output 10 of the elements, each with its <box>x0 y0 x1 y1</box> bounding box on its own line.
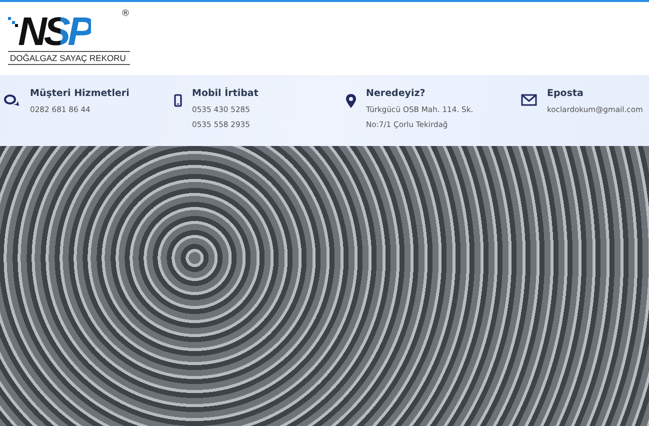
logo-tagline: DOĞALGAZ SAYAÇ REKORU <box>8 50 130 64</box>
contact-title: Mobil İrtibat <box>192 88 258 99</box>
chat-bubbles-icon <box>4 94 20 108</box>
location-pin-icon <box>346 94 356 108</box>
contact-title: Eposta <box>547 88 584 99</box>
contact-title: Müşteri Hizmetleri <box>30 88 130 99</box>
mail-icon <box>521 94 537 106</box>
phone-icon <box>174 94 182 107</box>
contact-title: Neredeyiz? <box>366 88 426 99</box>
pixel-dots-icon <box>8 16 18 26</box>
